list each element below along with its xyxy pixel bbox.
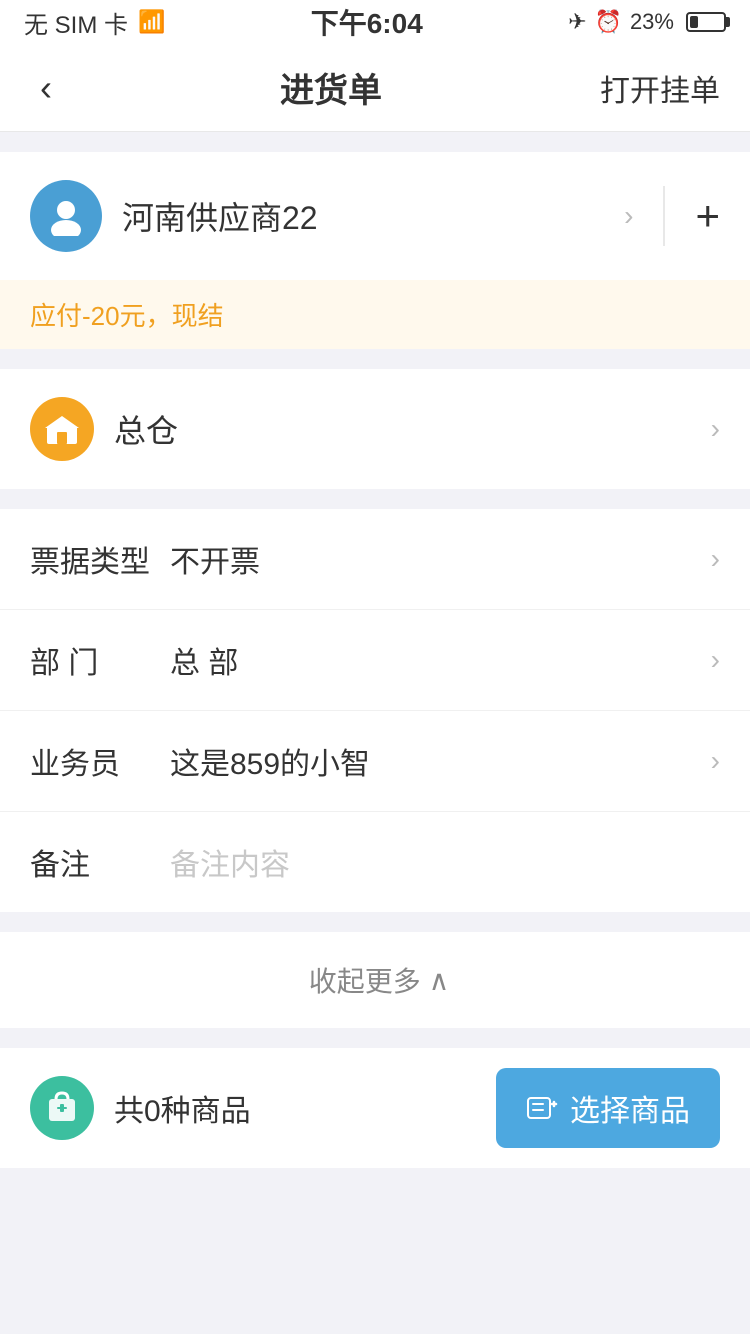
battery-percentage: 23% bbox=[630, 9, 674, 35]
carrier-text: 无 SIM 卡 bbox=[24, 5, 128, 40]
status-bar: 无 SIM 卡 📶 下午6:04 ✈ ⏰ 23% bbox=[0, 0, 750, 44]
salesperson-value: 这是859的小智 bbox=[150, 739, 711, 783]
product-bar: 共0种商品 选择商品 bbox=[0, 1048, 750, 1168]
form-section: 票据类型 不开票 › 部 门 总 部 › 业务员 这是859的小智 › 备注 备… bbox=[0, 509, 750, 912]
supplier-row[interactable]: 河南供应商22 › + bbox=[0, 152, 750, 280]
collapse-bar[interactable]: 收起更多 ∧ bbox=[0, 932, 750, 1028]
supplier-avatar-icon bbox=[46, 196, 86, 236]
remarks-row[interactable]: 备注 备注内容 bbox=[0, 812, 750, 912]
remarks-placeholder[interactable]: 备注内容 bbox=[150, 840, 720, 884]
invoice-type-label: 票据类型 bbox=[30, 537, 150, 581]
page-title: 进货单 bbox=[280, 63, 382, 112]
supplier-section: 河南供应商22 › + 应付-20元，现结 bbox=[0, 152, 750, 349]
department-value: 总 部 bbox=[150, 638, 711, 682]
product-count: 共0种商品 bbox=[114, 1086, 496, 1130]
wifi-icon: 📶 bbox=[138, 9, 165, 35]
collapse-label: 收起更多 bbox=[309, 960, 421, 1000]
product-icon bbox=[43, 1089, 81, 1127]
salesperson-label: 业务员 bbox=[30, 739, 150, 783]
salesperson-chevron-icon: › bbox=[711, 745, 720, 777]
location-icon: ✈ bbox=[568, 9, 586, 35]
status-right: ✈ ⏰ 23% bbox=[568, 9, 726, 35]
select-product-icon bbox=[526, 1094, 558, 1122]
battery-icon bbox=[686, 12, 726, 32]
add-supplier-button[interactable]: + bbox=[695, 192, 720, 240]
warehouse-icon-wrap bbox=[30, 397, 94, 461]
warehouse-chevron-icon: › bbox=[711, 413, 720, 445]
supplier-avatar bbox=[30, 180, 102, 252]
supplier-name: 河南供应商22 bbox=[122, 193, 624, 239]
open-pending-button[interactable]: 打开挂单 bbox=[600, 66, 720, 110]
department-chevron-icon: › bbox=[711, 644, 720, 676]
product-icon-wrap bbox=[30, 1076, 94, 1140]
supplier-divider bbox=[663, 186, 665, 246]
alarm-icon: ⏰ bbox=[595, 9, 622, 35]
department-row[interactable]: 部 门 总 部 › bbox=[0, 610, 750, 711]
section-gap-1 bbox=[0, 132, 750, 152]
status-left: 无 SIM 卡 📶 bbox=[24, 5, 165, 40]
collapse-icon: ∧ bbox=[429, 964, 450, 997]
select-product-label: 选择商品 bbox=[570, 1086, 690, 1130]
invoice-type-value: 不开票 bbox=[150, 537, 711, 581]
remarks-label: 备注 bbox=[30, 840, 150, 884]
warehouse-section: 总仓 › bbox=[0, 369, 750, 489]
supplier-chevron-icon: › bbox=[624, 200, 633, 232]
select-product-button[interactable]: 选择商品 bbox=[496, 1068, 720, 1148]
department-label: 部 门 bbox=[30, 638, 150, 682]
warehouse-name: 总仓 bbox=[114, 406, 711, 452]
back-button[interactable]: ‹ bbox=[30, 57, 62, 119]
warehouse-row[interactable]: 总仓 › bbox=[0, 369, 750, 489]
status-time: 下午6:04 bbox=[311, 2, 423, 42]
notice-text: 应付-20元，现结 bbox=[30, 301, 224, 331]
salesperson-row[interactable]: 业务员 这是859的小智 › bbox=[0, 711, 750, 812]
nav-bar: ‹ 进货单 打开挂单 bbox=[0, 44, 750, 132]
invoice-type-chevron-icon: › bbox=[711, 543, 720, 575]
notice-bar: 应付-20元，现结 bbox=[0, 280, 750, 349]
warehouse-icon bbox=[43, 410, 81, 448]
invoice-type-row[interactable]: 票据类型 不开票 › bbox=[0, 509, 750, 610]
